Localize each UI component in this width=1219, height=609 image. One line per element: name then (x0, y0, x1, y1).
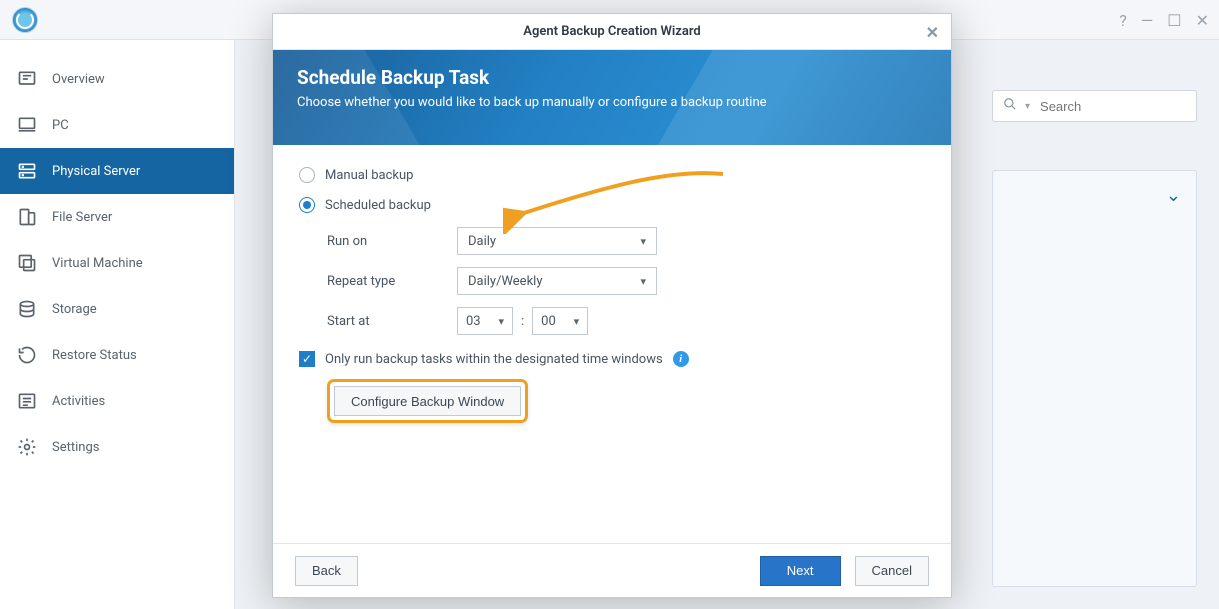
modal-header: Schedule Backup Task Choose whether you … (273, 50, 951, 145)
sidebar-item-storage[interactable]: Storage (0, 286, 234, 332)
file-server-icon (16, 206, 38, 228)
sidebar-item-settings[interactable]: Settings (0, 424, 234, 470)
dropdown-caret-icon: ▾ (1025, 101, 1030, 112)
modal-heading: Schedule Backup Task (297, 66, 927, 89)
search-input[interactable] (1038, 98, 1218, 115)
pc-icon (16, 114, 38, 136)
radio-icon (299, 167, 315, 183)
sidebar-item-file-server[interactable]: File Server (0, 194, 234, 240)
modal-close-icon[interactable]: ✕ (926, 23, 939, 42)
wizard-modal: Agent Backup Creation Wizard ✕ Schedule … (272, 13, 952, 598)
modal-subheading: Choose whether you would like to back up… (297, 95, 927, 110)
chevron-down-icon: ▾ (640, 275, 646, 288)
chevron-down-icon[interactable]: ⌄ (1166, 185, 1181, 206)
select-value: Daily/Weekly (468, 274, 542, 289)
sidebar-item-label: Physical Server (52, 164, 140, 179)
back-button[interactable]: Back (295, 556, 358, 586)
sidebar-item-pc[interactable]: PC (0, 102, 234, 148)
close-icon[interactable]: ✕ (1196, 11, 1209, 30)
modal-titlebar: Agent Backup Creation Wizard ✕ (273, 14, 951, 50)
checkbox-time-window[interactable]: ✓ Only run backup tasks within the desig… (299, 351, 925, 367)
sidebar-item-label: Activities (52, 394, 105, 409)
select-repeat-type[interactable]: Daily/Weekly ▾ (457, 267, 657, 295)
label-repeat-type: Repeat type (327, 274, 457, 289)
select-value: 03 (466, 314, 481, 329)
next-button[interactable]: Next (760, 556, 841, 586)
checkbox-icon: ✓ (299, 351, 315, 367)
help-icon[interactable]: ? (1119, 11, 1127, 30)
search-box[interactable]: ▾ (992, 90, 1197, 122)
select-run-on[interactable]: Daily ▾ (457, 227, 657, 255)
gear-icon (16, 436, 38, 458)
server-icon (16, 160, 38, 182)
chevron-down-icon: ▾ (640, 235, 646, 248)
radio-label: Scheduled backup (325, 198, 431, 213)
sidebar-item-label: Restore Status (52, 348, 137, 363)
sidebar-item-label: File Server (52, 210, 112, 225)
cancel-button[interactable]: Cancel (855, 556, 929, 586)
sidebar-item-label: Storage (52, 302, 97, 317)
configure-backup-window-button[interactable]: Configure Backup Window (334, 386, 521, 416)
chevron-down-icon: ▾ (574, 315, 580, 328)
sidebar-item-virtual-machine[interactable]: Virtual Machine (0, 240, 234, 286)
radio-icon (299, 197, 315, 213)
app-logo-icon (12, 7, 38, 33)
sidebar-item-restore-status[interactable]: Restore Status (0, 332, 234, 378)
sidebar-item-label: Settings (52, 440, 99, 455)
storage-icon (16, 298, 38, 320)
radio-option-scheduled[interactable]: Scheduled backup (299, 197, 925, 213)
modal-footer: Back Next Cancel (273, 543, 951, 597)
modal-body: Manual backup Scheduled backup Run on Da… (273, 145, 951, 543)
highlight-annotation: Configure Backup Window (327, 379, 528, 423)
sidebar-item-label: Virtual Machine (52, 256, 143, 271)
select-start-hour[interactable]: 03 ▾ (457, 307, 513, 335)
sidebar-item-overview[interactable]: Overview (0, 56, 234, 102)
chevron-down-icon: ▾ (498, 315, 504, 328)
select-value: 00 (541, 314, 556, 329)
sidebar-item-label: PC (52, 118, 69, 133)
radio-option-manual[interactable]: Manual backup (299, 167, 925, 183)
activities-icon (16, 390, 38, 412)
detail-panel (992, 170, 1197, 587)
label-start-at: Start at (327, 314, 457, 329)
info-icon[interactable]: i (673, 351, 689, 367)
select-start-minute[interactable]: 00 ▾ (532, 307, 588, 335)
search-icon (1003, 97, 1017, 115)
sidebar-item-label: Overview (52, 72, 105, 87)
sidebar-item-physical-server[interactable]: Physical Server (0, 148, 234, 194)
sidebar: Overview PC Physical Server File Server … (0, 40, 235, 609)
overview-icon (16, 68, 38, 90)
sidebar-item-activities[interactable]: Activities (0, 378, 234, 424)
vm-icon (16, 252, 38, 274)
modal-title-text: Agent Backup Creation Wizard (523, 24, 700, 39)
time-separator: : (521, 314, 524, 329)
select-value: Daily (468, 234, 496, 249)
restore-icon (16, 344, 38, 366)
radio-label: Manual backup (325, 168, 413, 183)
checkbox-label: Only run backup tasks within the designa… (325, 352, 663, 367)
label-run-on: Run on (327, 234, 457, 249)
maximize-icon[interactable]: ☐ (1167, 11, 1181, 30)
minimize-icon[interactable]: — (1141, 11, 1154, 30)
